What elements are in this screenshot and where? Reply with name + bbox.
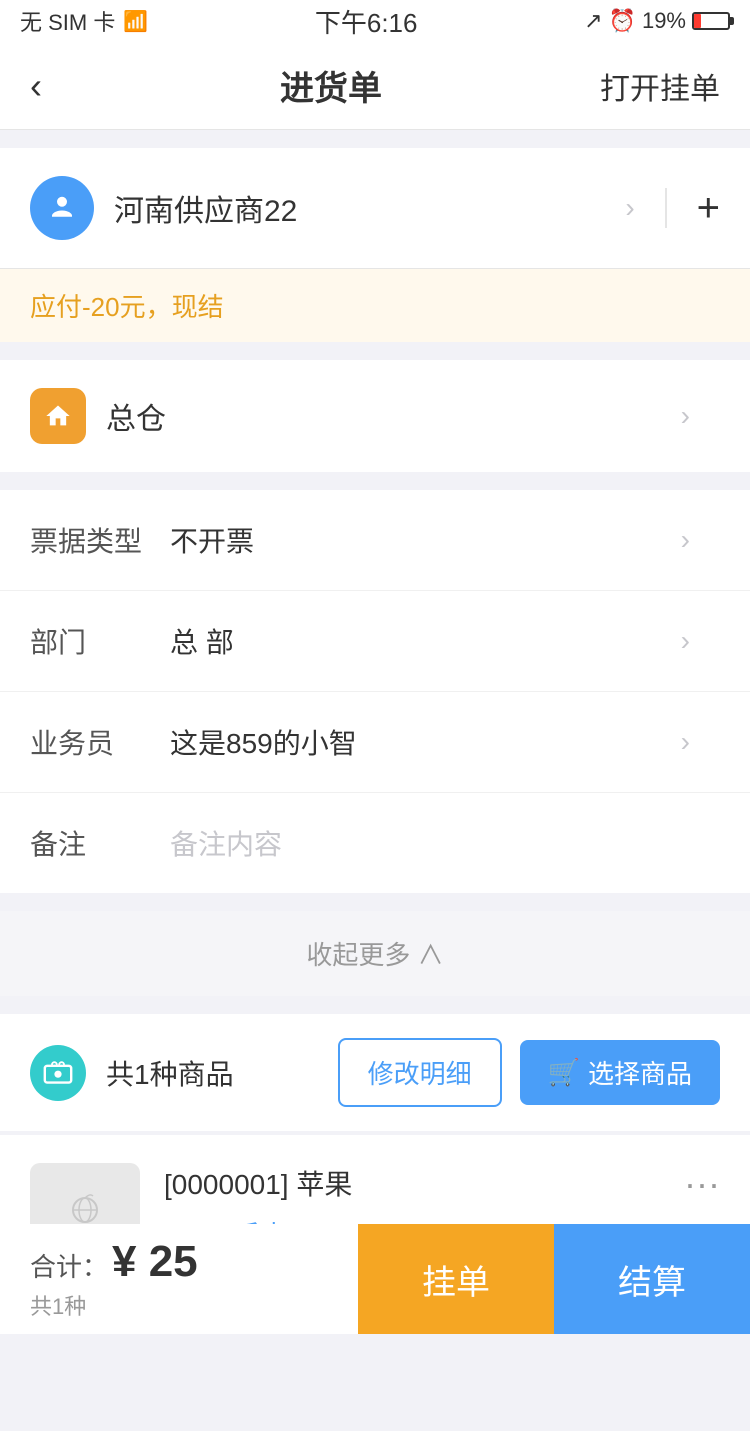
remark-input[interactable]: 备注内容 [170, 823, 720, 863]
add-supplier-button[interactable]: + [697, 186, 720, 231]
battery-percent: 19% [642, 8, 686, 34]
supplier-chevron-icon: › [625, 192, 634, 224]
supplier-avatar [30, 176, 94, 240]
alarm-icon: ⏰ [609, 8, 636, 34]
total-label: 合计： [30, 1247, 108, 1284]
status-time: 下午6:16 [315, 3, 418, 40]
dept-value: 总 部 [170, 621, 681, 661]
total-count: 共1种 [30, 1289, 328, 1321]
battery-icon [692, 12, 730, 30]
product-more-button[interactable]: ··· [684, 1163, 720, 1205]
total-section: 合计： ¥ 25 共1种 [0, 1237, 358, 1321]
invoice-label: 票据类型 [30, 520, 170, 560]
product-apple: 苹果 [296, 1169, 352, 1200]
sales-value: 这是859的小智 [170, 722, 681, 762]
carrier-text: 无 SIM 卡 [20, 5, 115, 37]
sales-chevron-icon: › [681, 726, 690, 758]
warehouse-section[interactable]: 总仓 › [0, 360, 750, 472]
dept-row[interactable]: 部门 总 部 › [0, 591, 750, 692]
edit-detail-button[interactable]: 修改明细 [338, 1038, 502, 1107]
product-icon [30, 1045, 86, 1101]
sales-row[interactable]: 业务员 这是859的小智 › [0, 692, 750, 793]
invoice-chevron-icon: › [681, 524, 690, 556]
checkout-button[interactable]: 结算 [554, 1224, 750, 1334]
total-amount: ¥ 25 [112, 1237, 198, 1287]
remark-row[interactable]: 备注 备注内容 [0, 793, 750, 893]
location-icon: ↗ [584, 8, 602, 34]
supplier-divider [665, 188, 667, 228]
status-bar: 无 SIM 卡 📶 下午6:16 ↗ ⏰ 19% [0, 0, 750, 42]
invoice-row[interactable]: 票据类型 不开票 › [0, 490, 750, 591]
open-hang-button[interactable]: 打开挂单 [600, 64, 720, 108]
product-count: 共1种商品 [106, 1053, 338, 1093]
invoice-value: 不开票 [170, 520, 681, 560]
supplier-section: 河南供应商22 › + 应付-20元，现结 [0, 148, 750, 342]
warehouse-icon [30, 388, 86, 444]
warehouse-name: 总仓 [106, 394, 681, 438]
remark-label: 备注 [30, 823, 170, 863]
dept-label: 部门 [30, 621, 170, 661]
back-button[interactable]: ‹ [30, 65, 62, 107]
status-left: 无 SIM 卡 📶 [20, 5, 148, 37]
hang-button[interactable]: 挂单 [358, 1224, 554, 1334]
warehouse-chevron-icon: › [681, 400, 690, 432]
collapse-button[interactable]: 收起更多 ∧ [0, 911, 750, 996]
nav-bar: ‹ 进货单 打开挂单 [0, 42, 750, 130]
form-section: 票据类型 不开票 › 部门 总 部 › 业务员 这是859的小智 › 备注 备注… [0, 490, 750, 893]
select-product-button[interactable]: 🛒 选择商品 [520, 1040, 720, 1105]
select-product-label: 选择商品 [588, 1054, 692, 1091]
supplier-row[interactable]: 河南供应商22 › + [0, 148, 750, 269]
status-right: ↗ ⏰ 19% [584, 8, 730, 34]
dept-chevron-icon: › [681, 625, 690, 657]
supplier-name: 河南供应商22 [114, 186, 625, 230]
product-header: 共1种商品 修改明细 🛒 选择商品 [0, 1014, 750, 1131]
product-name: [0000001] 苹果 [164, 1163, 684, 1203]
product-code: [0000001] [164, 1169, 289, 1200]
bottom-bar: 合计： ¥ 25 共1种 挂单 结算 [0, 1224, 750, 1334]
wifi-icon: 📶 [123, 9, 148, 34]
supplier-notice: 应付-20元，现结 [0, 269, 750, 342]
cart-icon: 🛒 [548, 1057, 580, 1088]
page-title: 进货单 [62, 61, 600, 110]
sales-label: 业务员 [30, 722, 170, 762]
